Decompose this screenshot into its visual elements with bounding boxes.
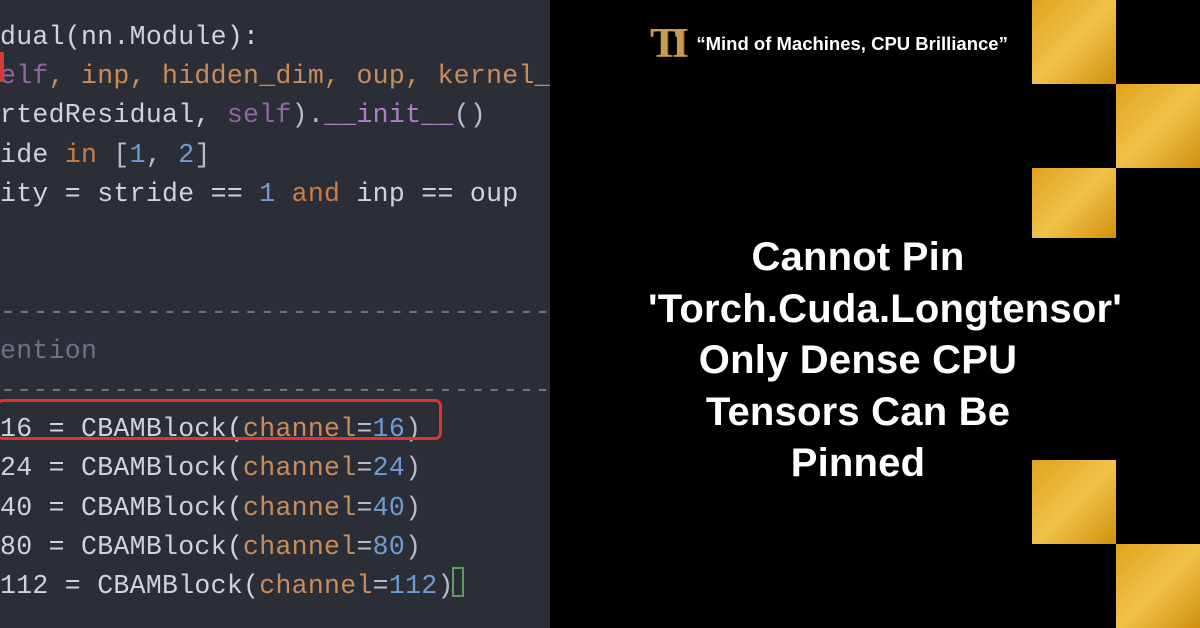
code-param: channel — [243, 414, 356, 444]
code-line-cbam-112: 112 = CBAMBlock(channel=112) — [0, 567, 550, 606]
code-text: 112 = CBAMBlock( — [0, 571, 259, 601]
title-panel: TI “Mind of Machines, CPU Brilliance” Ca… — [550, 0, 1200, 628]
decorative-checker — [1116, 544, 1200, 628]
error-marker — [0, 52, 4, 82]
code-text: 40 = CBAMBlock( — [0, 493, 243, 523]
decorative-checker — [1032, 0, 1116, 84]
tagline-text: “Mind of Machines, CPU Brilliance” — [696, 33, 1007, 55]
code-line-5: ity = stride == 1 and inp == oup — [0, 175, 550, 214]
code-keyword: and — [292, 179, 341, 209]
code-space — [275, 179, 291, 209]
headline-text: Cannot Pin 'Torch.Cuda.Longtensor' Only … — [648, 232, 1068, 490]
code-number: 1 — [130, 140, 146, 170]
code-text: dual(nn.Module): — [0, 22, 259, 52]
code-text: ity = stride == — [0, 179, 259, 209]
code-param: channel — [243, 493, 356, 523]
code-editor-panel: dual(nn.Module): elf, inp, hidden_dim, o… — [0, 0, 550, 628]
code-text: 16 = CBAMBlock( — [0, 414, 243, 444]
code-punct: = — [356, 532, 372, 562]
code-punct: , — [146, 140, 178, 170]
code-punct: = — [356, 414, 372, 444]
code-punct: ) — [405, 414, 421, 444]
code-divider: ----------------------------------- — [0, 293, 550, 332]
code-punct: () — [454, 100, 486, 130]
code-number: 40 — [373, 493, 405, 523]
code-keyword: in — [65, 140, 97, 170]
code-number: 24 — [373, 453, 405, 483]
decorative-checker — [1116, 84, 1200, 168]
text-cursor — [452, 567, 464, 597]
code-number: 1 — [259, 179, 275, 209]
code-line-1: dual(nn.Module): — [0, 18, 550, 57]
code-number: 2 — [178, 140, 194, 170]
code-divider: ----------------------------------- — [0, 371, 550, 410]
code-line-2: elf, inp, hidden_dim, oup, kernel_size — [0, 57, 550, 96]
code-text: ide — [0, 140, 65, 170]
code-line-cbam-40: 40 = CBAMBlock(channel=40) — [0, 489, 550, 528]
code-text: inp == oup — [340, 179, 518, 209]
code-number: 16 — [373, 414, 405, 444]
code-param: channel — [243, 453, 356, 483]
code-line-3: rtedResidual, self).__init__() — [0, 96, 550, 135]
code-line-cbam-80: 80 = CBAMBlock(channel=80) — [0, 528, 550, 567]
code-punct: = — [356, 493, 372, 523]
code-text: 24 = CBAMBlock( — [0, 453, 243, 483]
code-line-4: ide in [1, 2] — [0, 136, 550, 175]
code-text: rtedResidual, — [0, 100, 227, 130]
code-dunder: __init__ — [324, 100, 454, 130]
logo-icon: TI — [650, 20, 682, 68]
code-punct: ) — [405, 532, 421, 562]
code-self: elf — [0, 61, 49, 91]
code-punct: ) — [405, 453, 421, 483]
brand-row: TI “Mind of Machines, CPU Brilliance” — [650, 20, 1008, 68]
code-self: self — [227, 100, 292, 130]
code-number: 112 — [389, 571, 438, 601]
code-punct: = — [356, 453, 372, 483]
code-param: channel — [259, 571, 372, 601]
code-punct: [ — [97, 140, 129, 170]
code-param: channel — [243, 532, 356, 562]
code-text: 80 = CBAMBlock( — [0, 532, 243, 562]
code-params: , inp, hidden_dim, oup, kernel_size — [49, 61, 550, 91]
code-punct: ) — [405, 493, 421, 523]
code-punct: ] — [194, 140, 210, 170]
code-line-cbam-24: 24 = CBAMBlock(channel=24) — [0, 449, 550, 488]
code-blank-line — [0, 253, 550, 292]
code-comment: ention — [0, 332, 550, 371]
code-punct: ). — [292, 100, 324, 130]
decorative-checker — [1032, 168, 1116, 238]
code-punct: = — [373, 571, 389, 601]
code-line-cbam-16: 16 = CBAMBlock(channel=16) — [0, 410, 550, 449]
code-blank-line — [0, 214, 550, 253]
code-number: 80 — [373, 532, 405, 562]
